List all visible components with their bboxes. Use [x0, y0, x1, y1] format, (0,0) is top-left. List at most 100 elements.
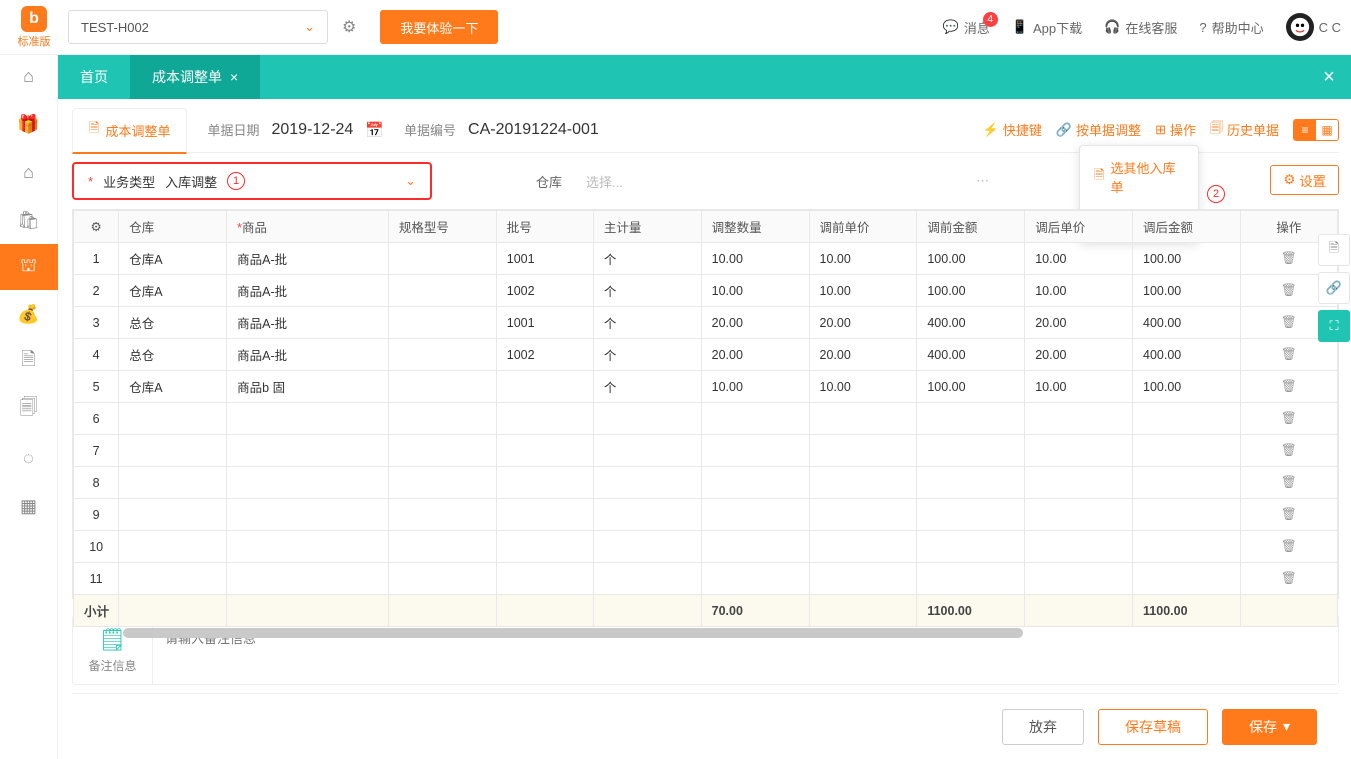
app-download-button[interactable]: 📱App下载 — [1012, 18, 1082, 37]
nav-bag-icon[interactable]: 🛍 — [18, 209, 40, 231]
doc-icon: 🗎 — [1094, 166, 1104, 188]
trash-icon[interactable]: 🗑 — [1281, 379, 1297, 393]
date-value[interactable]: 2019-12-24 — [271, 121, 353, 139]
biz-value: 入库调整 — [165, 172, 217, 191]
trash-icon[interactable]: 🗑 — [1281, 315, 1297, 329]
trash-icon[interactable]: 🗑 — [1281, 443, 1297, 457]
trash-icon[interactable]: 🗑 — [1281, 283, 1297, 297]
doc-tab[interactable]: 🗎成本调整单 — [72, 108, 187, 154]
close-icon[interactable]: × — [230, 69, 238, 85]
history-button[interactable]: 🗐历史单据 — [1210, 119, 1279, 141]
table-row[interactable]: 5仓库A商品b 固个10.0010.00100.0010.00100.00🗑 — [74, 371, 1338, 403]
hotkey-button[interactable]: ⚡快捷键 — [983, 120, 1042, 139]
gear-col-icon[interactable]: ⚙ — [74, 211, 119, 243]
footer: 放弃 保存草稿 保存▾ — [72, 693, 1339, 759]
trial-button[interactable]: 我要体验一下 — [380, 10, 498, 44]
doc-icon: 🗎 — [89, 119, 99, 141]
close-tab-icon[interactable]: × — [1307, 66, 1351, 89]
nav-report-icon[interactable]: 🗐 — [18, 399, 40, 421]
nav-house-icon[interactable]: ⌂ — [18, 161, 40, 183]
bolt-icon: ⚡ — [983, 122, 999, 138]
popup-other-in[interactable]: 🗎选其他入库单 — [1080, 152, 1198, 202]
discard-button[interactable]: 放弃 — [1002, 709, 1084, 745]
nav-new-icon[interactable]: ▦ — [18, 495, 40, 517]
chat-icon: 💬 — [943, 19, 959, 35]
trash-icon[interactable]: 🗑 — [1281, 539, 1297, 553]
nav-money-icon[interactable]: 💰 — [18, 303, 40, 325]
link-icon: 🔗 — [1056, 122, 1072, 138]
chevron-down-icon: ▾ — [1283, 718, 1290, 735]
org-selector[interactable]: TEST-H002 ⌄ — [68, 10, 328, 44]
tab-cost-adjust[interactable]: 成本调整单× — [130, 55, 260, 99]
trash-icon[interactable]: 🗑 — [1281, 571, 1297, 585]
logo-sub: 标准版 — [18, 33, 51, 49]
list-view-icon[interactable]: ≡ — [1294, 120, 1316, 140]
annotation-1: 1 — [227, 172, 245, 190]
support-button[interactable]: 🎧在线客服 — [1104, 18, 1177, 37]
logo-icon: b — [21, 6, 47, 32]
history-icon: 🗐 — [1210, 119, 1223, 141]
note-icon: 🗒 — [99, 627, 127, 653]
tab-bar: 首页 成本调整单× × — [58, 55, 1351, 99]
table-header: ⚙ 仓库 *商品 规格型号 批号 主计量 调整数量 调前单价 调前金额 调后单价… — [74, 211, 1338, 243]
calendar-icon[interactable]: 📅 — [365, 121, 384, 139]
user-menu[interactable]: C C — [1286, 13, 1341, 41]
no-label: 单据编号 — [404, 120, 456, 139]
trash-icon[interactable]: 🗑 — [1281, 475, 1297, 489]
date-label: 单据日期 — [207, 120, 259, 139]
trash-icon[interactable]: 🗑 — [1281, 251, 1297, 265]
by-bill-button[interactable]: 🔗按单据调整 — [1056, 120, 1141, 139]
user-name: C C — [1319, 20, 1341, 35]
table-row[interactable]: 3总仓商品A-批1001个20.0020.00400.0020.00400.00… — [74, 307, 1338, 339]
side-link-icon[interactable]: 🔗 — [1318, 272, 1350, 304]
table-row[interactable]: 7🗑 — [74, 435, 1338, 467]
nav-gift-icon[interactable]: 🎁 — [18, 113, 40, 135]
save-draft-button[interactable]: 保存草稿 — [1098, 709, 1208, 745]
card-view-icon[interactable]: ▦ — [1316, 120, 1338, 140]
chevron-down-icon: ⌄ — [405, 173, 416, 189]
tab-home[interactable]: 首页 — [58, 55, 130, 99]
trash-icon[interactable]: 🗑 — [1281, 507, 1297, 521]
gear-icon: ⚙ — [1283, 172, 1295, 188]
nav-sync-icon[interactable]: ◌ — [18, 447, 40, 469]
nav-home-icon[interactable]: ⌂ — [18, 65, 40, 87]
view-toggle[interactable]: ≡▦ — [1293, 119, 1339, 141]
setting-button[interactable]: ⚙设置 — [1270, 165, 1339, 195]
biz-type-select[interactable]: * 业务类型 入库调整 1 ⌄ — [72, 162, 432, 200]
more-icon[interactable]: ⋯ — [976, 173, 989, 189]
logo: b 标准版 — [10, 6, 58, 49]
avatar — [1286, 13, 1314, 41]
messages-button[interactable]: 💬消息 4 — [943, 18, 990, 37]
table-row[interactable]: 8🗑 — [74, 467, 1338, 499]
phone-icon: 📱 — [1012, 19, 1028, 35]
table-row[interactable]: 9🗑 — [74, 499, 1338, 531]
table-row[interactable]: 11🗑 — [74, 563, 1338, 595]
message-badge: 4 — [983, 12, 998, 27]
topbar: b 标准版 TEST-H002 ⌄ ⚙ 我要体验一下 💬消息 4 📱App下载 … — [0, 0, 1351, 55]
warehouse-select[interactable]: 选择... — [586, 172, 623, 191]
trash-icon[interactable]: 🗑 — [1281, 411, 1297, 425]
org-name: TEST-H002 — [81, 20, 149, 35]
save-button[interactable]: 保存▾ — [1222, 709, 1317, 745]
grid-icon: ⊞ — [1155, 122, 1166, 138]
table: 🗎 🔗 ⛶ ⚙ 仓库 *商品 规格型号 批号 主计量 调整数量 调前单价 — [72, 209, 1339, 599]
help-icon: ? — [1199, 20, 1206, 35]
table-row[interactable]: 1仓库A商品A-批1001个10.0010.00100.0010.00100.0… — [74, 243, 1338, 275]
table-row[interactable]: 4总仓商品A-批1002个20.0020.00400.0020.00400.00… — [74, 339, 1338, 371]
trash-icon[interactable]: 🗑 — [1281, 347, 1297, 361]
ops-button[interactable]: ⊞操作 — [1155, 120, 1196, 139]
nav-warehouse-icon[interactable]: ⛫ — [0, 244, 58, 290]
remark-label: 备注信息 — [88, 657, 136, 674]
annotation-2: 2 — [1207, 185, 1225, 203]
table-row[interactable]: 10🗑 — [74, 531, 1338, 563]
expand-icon[interactable]: ⛶ — [1318, 310, 1350, 342]
side-note-icon[interactable]: 🗎 — [1318, 234, 1350, 266]
table-row[interactable]: 2仓库A商品A-批1002个10.0010.00100.0010.00100.0… — [74, 275, 1338, 307]
help-button[interactable]: ?帮助中心 — [1199, 18, 1263, 37]
table-row[interactable]: 6🗑 — [74, 403, 1338, 435]
subtotal-row: 小计 70.00 1100.00 1100.00 — [74, 595, 1338, 627]
gear-icon[interactable]: ⚙ — [342, 17, 356, 37]
biz-label: 业务类型 — [103, 172, 155, 191]
nav-doc-icon[interactable]: 🗎 — [18, 351, 40, 373]
filter-row: * 业务类型 入库调整 1 ⌄ 仓库 选择... ⋯ 🗎选其他入库单 🗎选进货单… — [72, 153, 1339, 209]
